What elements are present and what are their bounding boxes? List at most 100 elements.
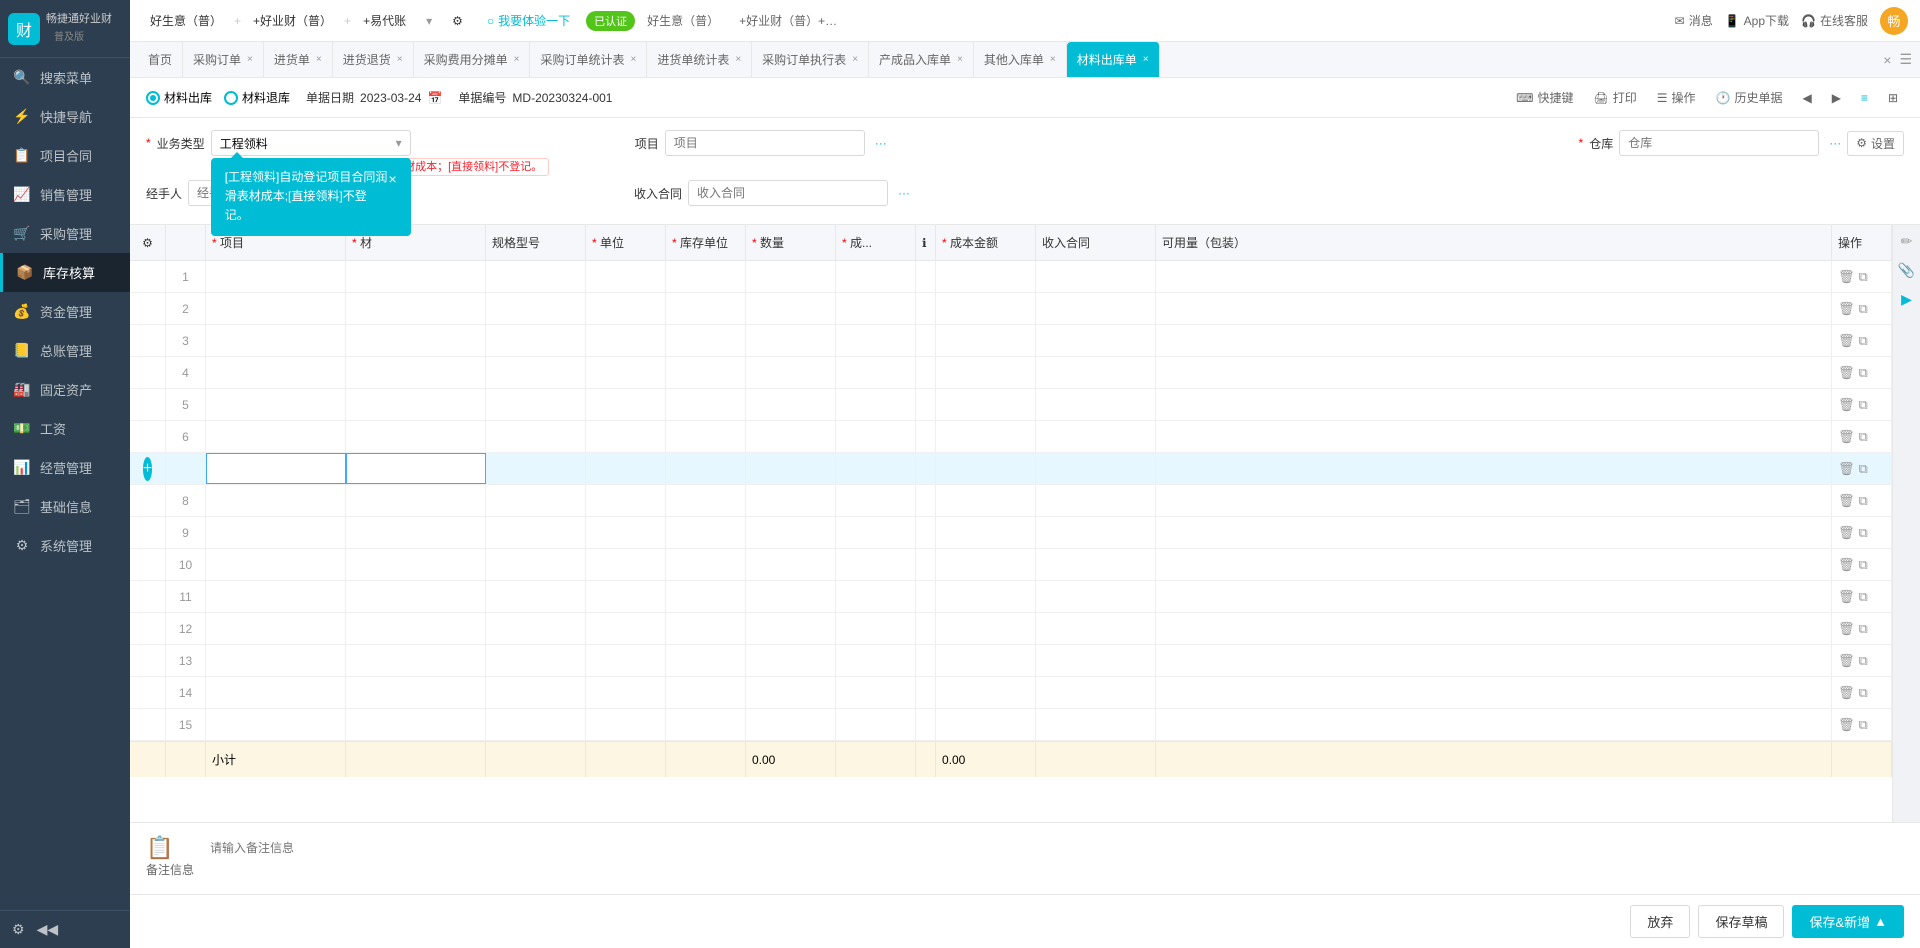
tab-purchase-exec[interactable]: 采购订单执行表 × [752,42,869,78]
tab-goods-stat-close[interactable]: × [735,54,741,65]
tab-purchase-order-close[interactable]: × [247,54,253,65]
sidebar-item-sys-mgmt[interactable]: ⚙ 系统管理 [0,526,130,565]
tab-goods-return-close[interactable]: × [397,54,403,65]
notice-btn[interactable]: ○ 我要体验一下 [487,12,570,29]
bill-no-value[interactable]: MD-20230324-001 [512,91,612,105]
row9-delete-btn[interactable]: 🗑 [1838,525,1855,541]
grid-view-btn[interactable]: ⊞ [1882,88,1904,108]
tab-goods-received[interactable]: 进货单 × [264,42,333,78]
sidebar-item-finance[interactable]: 💰 资金管理 [0,292,130,331]
online-support-btn[interactable]: 🎧 在线客服 [1801,12,1868,29]
sidebar-item-ledger[interactable]: 📒 总账管理 [0,331,130,370]
row3-copy-btn[interactable]: ⧉ [1859,333,1868,349]
row1-store-unit[interactable] [666,261,746,292]
tab-purchase-order[interactable]: 采购订单 × [183,42,264,78]
row13-copy-btn[interactable]: ⧉ [1859,653,1868,669]
tab-goods-return[interactable]: 进货退货 × [333,42,414,78]
history-btn[interactable]: 🕐 历史单据 [1709,86,1788,109]
row1-cost-amt[interactable] [936,261,1036,292]
row14-delete-btn[interactable]: 🗑 [1838,685,1855,701]
row4-copy-btn[interactable]: ⧉ [1859,365,1868,381]
save-draft-btn[interactable]: 保存草稿 [1698,905,1784,938]
sidebar-item-purchase[interactable]: 🛒 采购管理 [0,214,130,253]
save-new-btn[interactable]: 保存&新增 ▲ [1792,905,1904,938]
row8-copy-btn[interactable]: ⧉ [1859,493,1868,509]
tab-home[interactable]: 首页 [138,42,183,78]
row1-delete-btn[interactable]: 🗑 [1838,269,1855,285]
app-download-btn[interactable]: 📱 App下载 [1725,12,1789,29]
row10-copy-btn[interactable]: ⧉ [1859,557,1868,573]
radio-material-out[interactable]: 材料出库 [146,89,212,106]
row7-project-input[interactable] [213,462,339,476]
project-link[interactable]: ··· [875,136,887,150]
sidebar-item-inventory[interactable]: 📦 库存核算 [0,253,130,292]
operation-btn[interactable]: ☰ 操作 [1651,86,1702,109]
row7-material-input[interactable] [353,462,479,476]
sidebar-collapse-icon[interactable]: ◀◀ [37,921,59,938]
list-view-btn[interactable]: ≡ [1855,88,1874,108]
row10-delete-btn[interactable]: 🗑 [1838,557,1855,573]
tab-material-out-close[interactable]: × [1143,54,1149,65]
sidebar-item-quick-nav[interactable]: ⚡ 快捷导航 [0,97,130,136]
top-nav-good-finance[interactable]: +好业财（普） [245,8,340,33]
row8-delete-btn[interactable]: 🗑 [1838,493,1855,509]
row4-delete-btn[interactable]: 🗑 [1838,365,1855,381]
revenue-contract-input[interactable] [688,180,888,206]
print-btn[interactable]: 🖨 打印 [1587,86,1642,109]
sidebar-item-salary[interactable]: 💵 工资 [0,409,130,448]
row3-delete-btn[interactable]: 🗑 [1838,333,1855,349]
settings-btn[interactable]: ⚙ 设置 [1847,131,1904,156]
top-nav-good-biz2[interactable]: 好生意（普） [639,8,727,33]
row14-copy-btn[interactable]: ⧉ [1859,685,1868,701]
row1-copy-btn[interactable]: ⧉ [1859,269,1868,285]
remarks-input[interactable] [206,835,1904,871]
row1-material-input[interactable] [352,270,479,284]
row9-copy-btn[interactable]: ⧉ [1859,525,1868,541]
add-row-btn[interactable]: + [143,457,152,481]
right-active-icon[interactable]: ▶ [1901,291,1912,308]
tab-finished-goods[interactable]: 产成品入库单 × [869,42,974,78]
warehouse-link[interactable]: ··· [1829,136,1841,150]
right-edit-icon[interactable]: ✏ [1901,233,1913,250]
radio-material-return[interactable]: 材料退库 [224,89,290,106]
tooltip-close-btn[interactable]: × [389,168,397,190]
row1-unit[interactable] [586,261,666,292]
row11-delete-btn[interactable]: 🗑 [1838,589,1855,605]
tab-purchase-stat-close[interactable]: × [630,54,636,65]
project-input[interactable] [665,130,865,156]
row12-delete-btn[interactable]: 🗑 [1838,621,1855,637]
tab-material-out[interactable]: 材料出库单 × [1067,42,1160,78]
top-nav-settings[interactable]: ⚙ [444,10,471,32]
row1-spec[interactable] [486,261,586,292]
tab-purchase-stat[interactable]: 采购订单统计表 × [530,42,647,78]
revenue-contract-link[interactable]: ··· [898,186,910,200]
sidebar-settings-icon[interactable]: ⚙ [12,921,25,938]
row1-contract[interactable] [1036,261,1156,292]
row1-qty[interactable] [746,261,836,292]
row6-copy-btn[interactable]: ⧉ [1859,429,1868,445]
tab-menu[interactable]: ☰ [1899,51,1912,68]
top-nav-proxy[interactable]: +易代账 [355,8,414,33]
sidebar-item-fixed-assets[interactable]: 🏭 固定资产 [0,370,130,409]
row11-copy-btn[interactable]: ⧉ [1859,589,1868,605]
top-nav-dropdown[interactable]: ▾ [418,10,440,32]
tab-purchase-exec-close[interactable]: × [852,54,858,65]
row12-copy-btn[interactable]: ⧉ [1859,621,1868,637]
row6-delete-btn[interactable]: 🗑 [1838,429,1855,445]
row1-cost[interactable] [836,261,916,292]
bill-date-value[interactable]: 2023-03-24 [360,91,421,105]
next-record-btn[interactable]: ▶ [1826,88,1847,108]
message-btn[interactable]: ✉ 消息 [1675,12,1713,29]
tab-purchase-expense-close[interactable]: × [514,54,520,65]
warehouse-input[interactable] [1619,130,1819,156]
row1-project-input[interactable] [212,270,339,284]
row2-copy-btn[interactable]: ⧉ [1859,301,1868,317]
tab-other-in[interactable]: 其他入库单 × [974,42,1067,78]
prev-record-btn[interactable]: ◀ [1796,88,1817,108]
th-gear[interactable]: ⚙ [130,225,166,260]
row13-delete-btn[interactable]: 🗑 [1838,653,1855,669]
discard-btn[interactable]: 放弃 [1630,905,1690,938]
tab-other-in-close[interactable]: × [1050,54,1056,65]
sidebar-item-sales[interactable]: 📈 销售管理 [0,175,130,214]
sidebar-item-project-contract[interactable]: 📋 项目合同 [0,136,130,175]
